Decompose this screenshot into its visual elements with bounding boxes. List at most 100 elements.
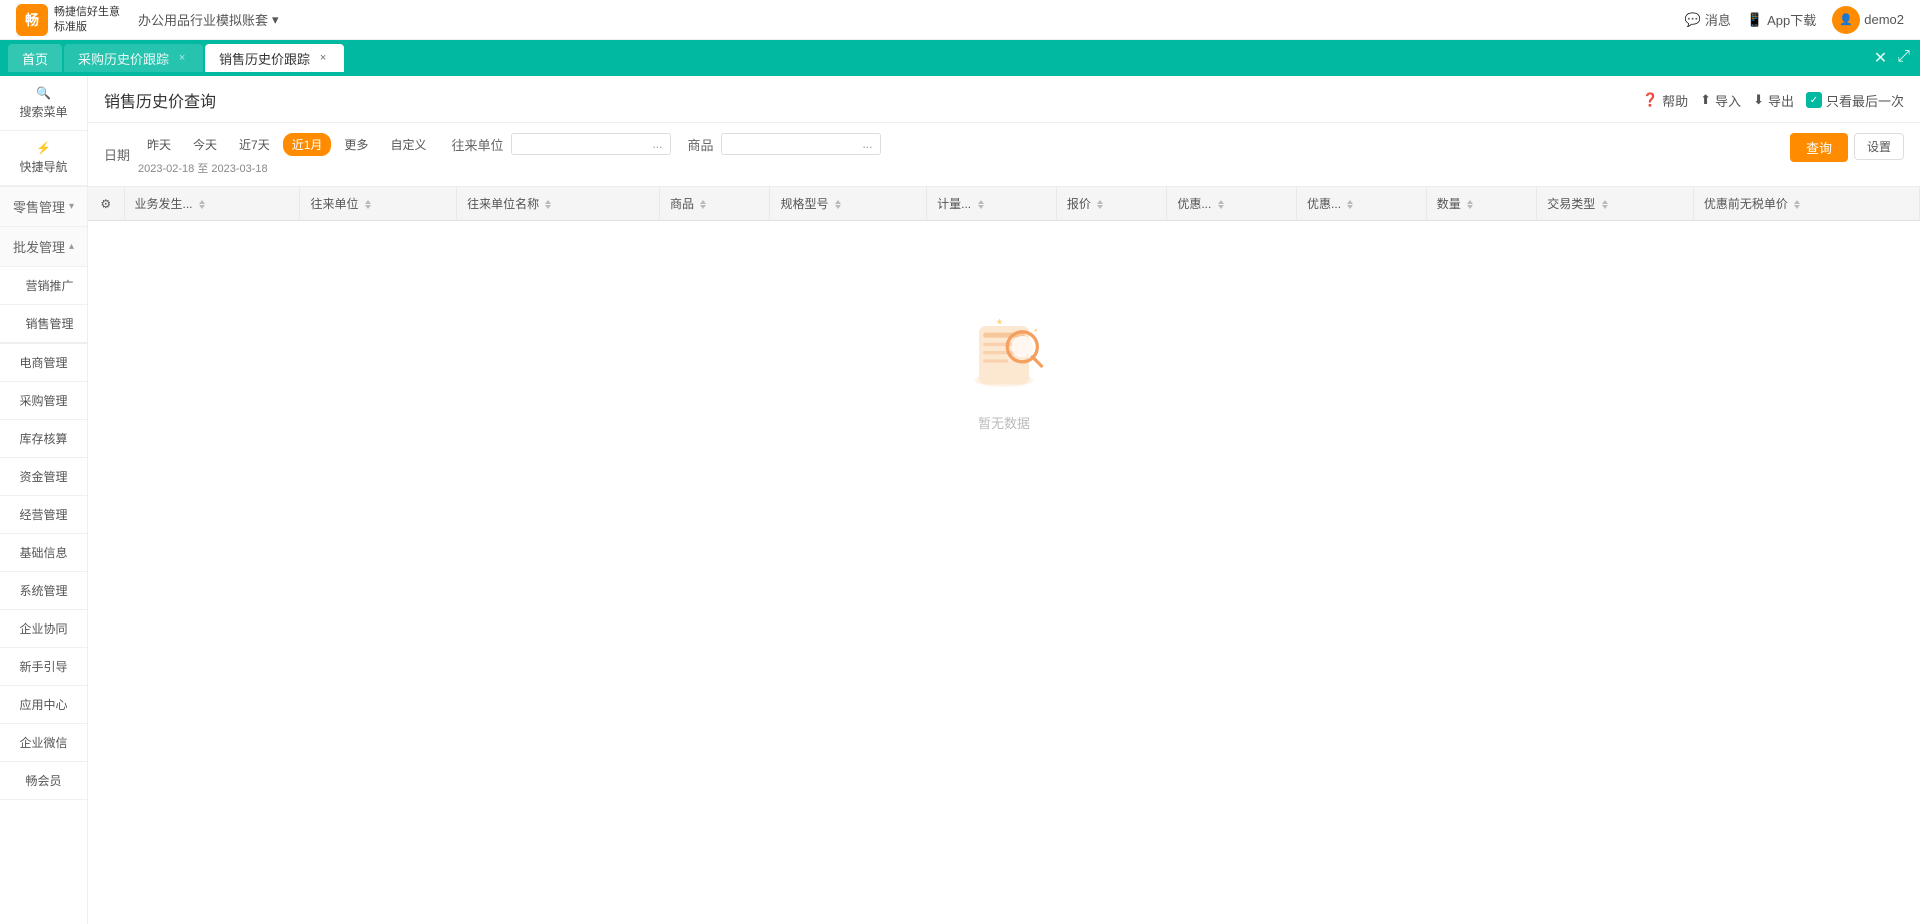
sidebar-item-system-mgmt[interactable]: 系统管理 — [0, 572, 87, 610]
user-action[interactable]: 👤 demo2 — [1832, 6, 1904, 34]
sidebar-item-label: 基础信息 — [19, 544, 67, 561]
sort-icon-partner-name — [545, 200, 551, 209]
date-filter-group: 日期 昨天 今天 近7天 近1月 更多 自定义 2023-02-18 至 202… — [104, 133, 435, 176]
filter-right-actions: 查询 设置 — [1790, 133, 1904, 162]
sidebar-item-enterprise-collab[interactable]: 企业协同 — [0, 610, 87, 648]
sidebar-item-label: 批发管理 — [13, 237, 65, 256]
sidebar-item-label: 企业协同 — [19, 620, 67, 637]
table-col-spec[interactable]: 规格型号 — [770, 187, 927, 221]
sidebar-item-label: 搜索菜单 — [19, 103, 67, 120]
sidebar-item-label: 库存核算 — [19, 430, 67, 447]
date-buttons: 昨天 今天 近7天 近1月 更多 自定义 — [138, 133, 435, 156]
partner-ellipsis[interactable]: ... — [652, 137, 662, 151]
table-col-partner-code[interactable]: 往来单位 — [300, 187, 457, 221]
table-col-quote[interactable]: 报价 — [1056, 187, 1166, 221]
tab-purchase-history-label: 采购历史价跟踪 — [78, 49, 169, 68]
avatar: 👤 — [1832, 6, 1860, 34]
sidebar-item-search-menu[interactable]: 🔍 搜索菜单 — [0, 76, 87, 131]
avatar-icon: 👤 — [1839, 13, 1853, 26]
sidebar-item-quick-nav[interactable]: ⚡ 快捷导航 — [0, 131, 87, 186]
sidebar: 🔍 搜索菜单 ⚡ 快捷导航 零售管理 ▾ 批发管理 ▴ 营销推广 销售管理 电商… — [0, 76, 88, 924]
table-col-discount1[interactable]: 优惠... — [1167, 187, 1297, 221]
sidebar-item-enterprise-wechat[interactable]: 企业微信 — [0, 724, 87, 762]
tab-sales-history-label: 销售历史价跟踪 — [219, 49, 310, 68]
message-action[interactable]: 💬 消息 — [1685, 10, 1731, 29]
chevron-down-icon: ▾ — [69, 201, 74, 212]
table-col-goods[interactable]: 商品 — [660, 187, 770, 221]
query-button[interactable]: 查询 — [1790, 133, 1848, 162]
sidebar-item-app-center[interactable]: 应用中心 — [0, 686, 87, 724]
table-col-quantity[interactable]: 数量 — [1426, 187, 1536, 221]
table-col-partner-name[interactable]: 往来单位名称 — [457, 187, 660, 221]
sidebar-item-basic-info[interactable]: 基础信息 — [0, 534, 87, 572]
tab-purchase-history[interactable]: 采购历史价跟踪 × — [64, 44, 203, 72]
partner-field[interactable]: ... — [511, 133, 671, 155]
table-col-unit[interactable]: 计量... — [927, 187, 1057, 221]
date-btn-yesterday[interactable]: 昨天 — [138, 133, 180, 156]
only-last-checkbox-label[interactable]: ✓ 只看最后一次 — [1806, 91, 1904, 110]
export-icon: ⬇ — [1753, 92, 1764, 108]
app-selector-label: 办公用品行业模拟账套 — [138, 10, 268, 29]
sidebar-item-inventory-check[interactable]: 库存核算 — [0, 420, 87, 458]
goods-ellipsis[interactable]: ... — [862, 137, 872, 151]
sidebar-item-label: 应用中心 — [19, 696, 67, 713]
table-col-pre-tax-price[interactable]: 优惠前无税单价 — [1693, 187, 1919, 221]
settings-button[interactable]: 设置 — [1854, 133, 1904, 160]
sidebar-item-ecommerce-mgmt[interactable]: 电商管理 — [0, 344, 87, 382]
date-btn-today[interactable]: 今天 — [184, 133, 226, 156]
sidebar-item-label: 电商管理 — [19, 354, 67, 371]
sidebar-item-finance-mgmt[interactable]: 资金管理 — [0, 458, 87, 496]
sidebar-item-member[interactable]: 畅会员 — [0, 762, 87, 800]
sidebar-item-purchase-mgmt[interactable]: 采购管理 — [0, 382, 87, 420]
search-menu-icon: 🔍 — [36, 86, 51, 100]
only-last-checkbox[interactable]: ✓ — [1806, 92, 1822, 108]
app-selector-chevron: ▾ — [272, 12, 279, 28]
sort-icon-goods — [700, 200, 706, 209]
date-btn-custom[interactable]: 自定义 — [381, 133, 435, 156]
app-selector[interactable]: 办公用品行业模拟账套 ▾ — [130, 6, 287, 33]
table-header-row: ⚙ 业务发生... 往来单位 往来单位名称 — [88, 187, 1920, 221]
sidebar-item-marketing-promo[interactable]: 营销推广 — [0, 267, 87, 305]
tab-sales-history[interactable]: 销售历史价跟踪 × — [205, 44, 344, 72]
date-btn-last1m[interactable]: 近1月 — [283, 133, 332, 156]
partner-label: 往来单位 — [451, 135, 503, 154]
header-left: 畅 畅捷信好生意 标准版 办公用品行业模拟账套 ▾ — [16, 4, 287, 36]
date-btn-more[interactable]: 更多 — [335, 133, 377, 156]
sort-icon-unit — [978, 200, 984, 209]
page-header: 销售历史价查询 ❓ 帮助 ⬆ 导入 ⬇ 导出 ✓ — [88, 76, 1920, 123]
tab-bar: 首页 采购历史价跟踪 × 销售历史价跟踪 × ✕ ⤢ — [0, 40, 1920, 76]
sidebar-item-label: 快捷导航 — [19, 158, 67, 175]
sort-icon-partner-code — [365, 200, 371, 209]
sidebar-item-wholesale-mgmt[interactable]: 批发管理 ▴ — [0, 227, 87, 267]
goods-input[interactable] — [730, 137, 858, 151]
date-btn-last7[interactable]: 近7天 — [230, 133, 279, 156]
partner-input[interactable] — [520, 137, 648, 151]
export-btn[interactable]: ⬇ 导出 — [1753, 91, 1794, 110]
sort-icon-quantity — [1467, 200, 1473, 209]
sidebar-item-sales-mgmt[interactable]: 销售管理 — [0, 305, 87, 343]
sidebar-item-label: 销售管理 — [25, 315, 73, 332]
message-icon: 💬 — [1685, 12, 1701, 28]
tab-sales-history-close[interactable]: × — [316, 51, 330, 65]
table-col-settings[interactable]: ⚙ — [88, 187, 124, 221]
maximize-btn[interactable]: ⤢ — [1895, 46, 1912, 70]
sort-icon-discount1 — [1218, 200, 1224, 209]
sort-icon-discount2 — [1347, 200, 1353, 209]
sidebar-item-operation-mgmt[interactable]: 经营管理 — [0, 496, 87, 534]
empty-state: ★ ✦ 暂无数据 — [88, 221, 1920, 512]
tab-home[interactable]: 首页 — [8, 44, 62, 72]
close-all-tabs-btn[interactable]: ✕ — [1872, 46, 1889, 70]
import-btn[interactable]: ⬆ 导入 — [1700, 91, 1741, 110]
sidebar-item-retail-mgmt[interactable]: 零售管理 ▾ — [0, 187, 87, 227]
tab-purchase-history-close[interactable]: × — [175, 51, 189, 65]
app-download-action[interactable]: 📱 App下载 — [1747, 10, 1816, 29]
quick-nav-icon: ⚡ — [36, 141, 51, 155]
help-btn[interactable]: ❓ 帮助 — [1642, 91, 1688, 110]
logo-icon: 畅 — [16, 4, 48, 36]
table-col-discount2[interactable]: 优惠... — [1297, 187, 1427, 221]
date-label: 日期 — [104, 145, 130, 164]
table-col-trade-type[interactable]: 交易类型 — [1537, 187, 1694, 221]
sidebar-item-new-guide[interactable]: 新手引导 — [0, 648, 87, 686]
goods-field[interactable]: ... — [721, 133, 881, 155]
table-col-biz-date[interactable]: 业务发生... — [124, 187, 300, 221]
